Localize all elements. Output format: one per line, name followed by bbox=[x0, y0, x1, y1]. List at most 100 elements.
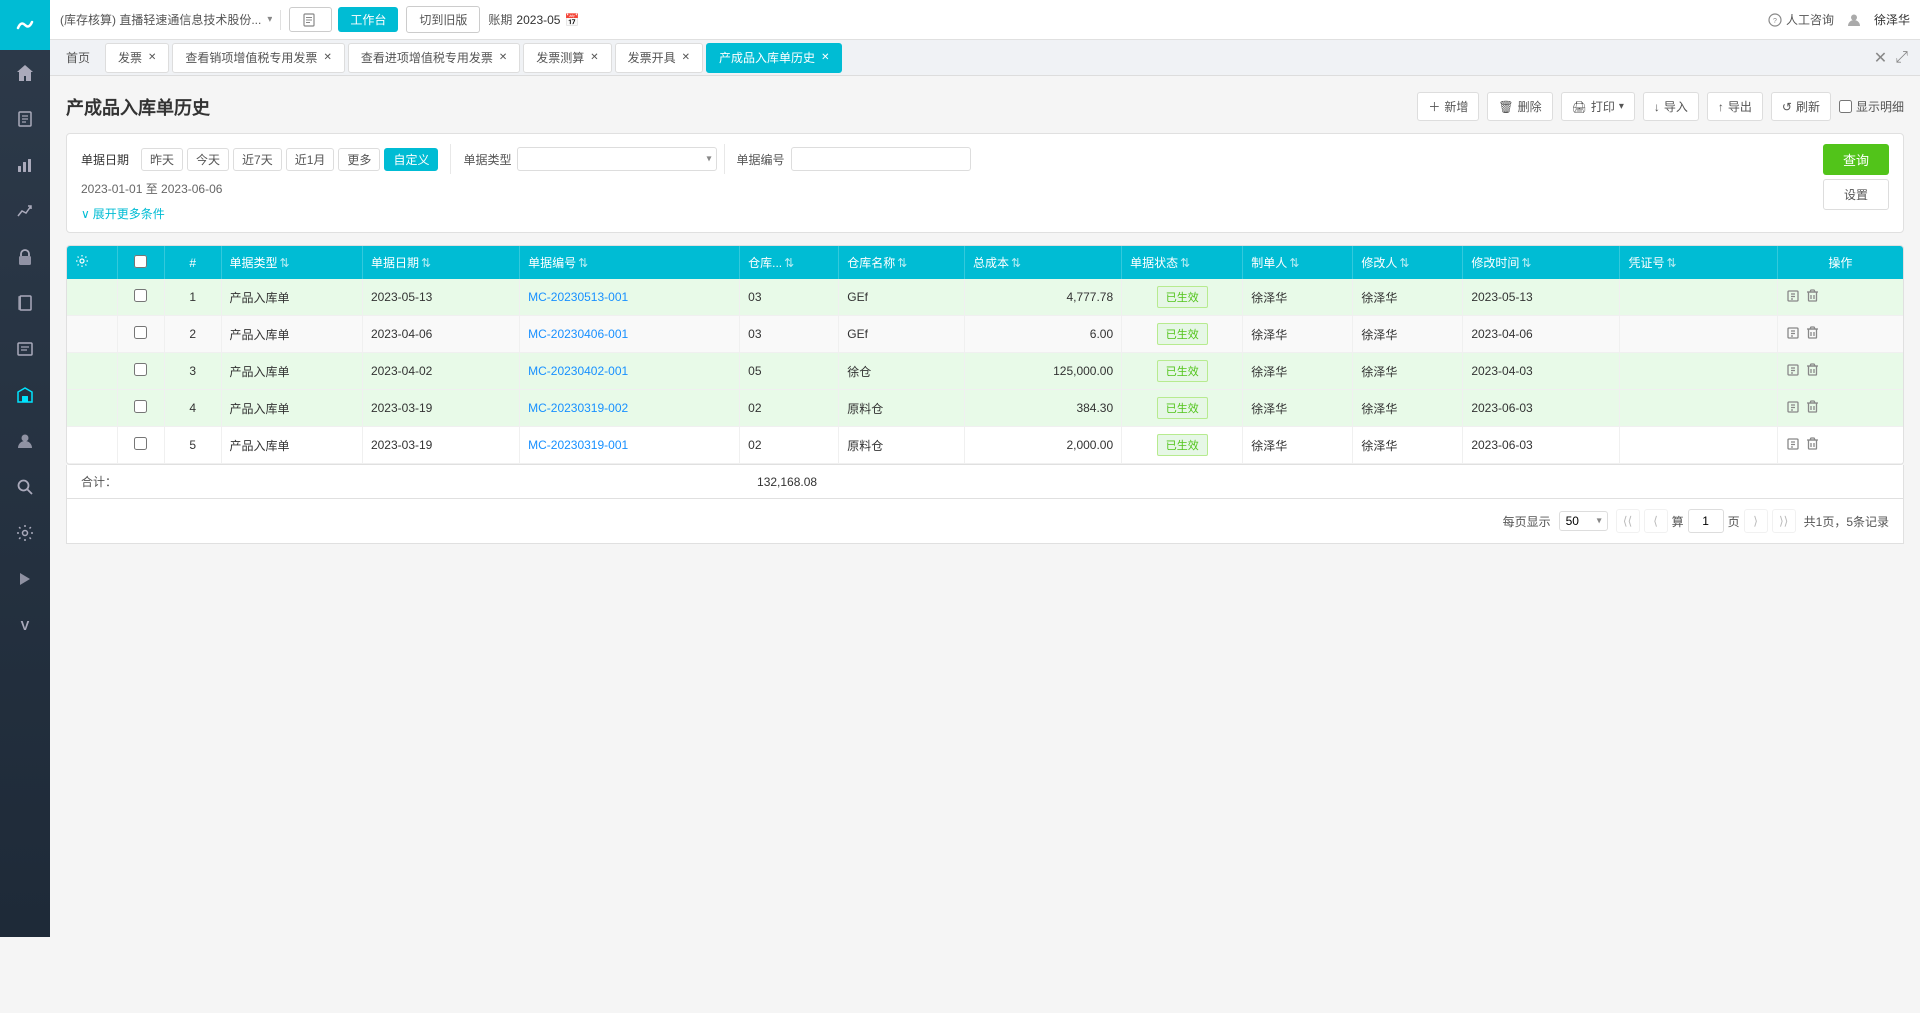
row-edit-icon[interactable] bbox=[1786, 400, 1800, 417]
sort-voucher-icon[interactable]: ⇅ bbox=[1667, 256, 1677, 270]
row-code[interactable]: MC-20230319-001 bbox=[520, 427, 740, 464]
expand-btn[interactable]: ∨ 展开更多条件 bbox=[81, 205, 1811, 222]
print-dropdown-icon[interactable]: ▾ bbox=[1619, 101, 1624, 112]
row-delete-icon[interactable] bbox=[1806, 400, 1819, 417]
sort-wh-icon[interactable]: ⇅ bbox=[784, 256, 794, 270]
sort-code-icon[interactable]: ⇅ bbox=[578, 256, 588, 270]
col-checkbox[interactable] bbox=[117, 246, 164, 279]
sidebar-item-home[interactable] bbox=[0, 50, 50, 96]
tab-home[interactable]: 首页 bbox=[54, 43, 102, 73]
print-button[interactable]: 🖨 打印 ▾ bbox=[1561, 92, 1635, 121]
tab-product-history-close[interactable]: ✕ bbox=[821, 52, 829, 63]
sort-modtime-icon[interactable]: ⇅ bbox=[1521, 256, 1531, 270]
show-columns-checkbox[interactable] bbox=[1839, 100, 1852, 113]
row-checkbox-cell[interactable] bbox=[117, 279, 164, 316]
sidebar-item-settings[interactable] bbox=[0, 510, 50, 556]
row-code[interactable]: MC-20230513-001 bbox=[520, 279, 740, 316]
sort-status-icon[interactable]: ⇅ bbox=[1180, 256, 1190, 270]
sort-type-icon[interactable]: ⇅ bbox=[280, 256, 290, 270]
user-avatar[interactable] bbox=[1846, 12, 1862, 28]
sidebar-item-analytics[interactable] bbox=[0, 188, 50, 234]
row-code-link[interactable]: MC-20230319-002 bbox=[528, 401, 628, 415]
row-edit-icon[interactable] bbox=[1786, 363, 1800, 380]
tabbar-fullscreen-icon[interactable]: ⤢ bbox=[1895, 49, 1908, 67]
assist-btn[interactable]: ? 人工咨询 bbox=[1768, 11, 1834, 28]
row-checkbox-cell[interactable] bbox=[117, 427, 164, 464]
sort-total-icon[interactable]: ⇅ bbox=[1011, 256, 1021, 270]
row-edit-icon[interactable] bbox=[1786, 437, 1800, 454]
row-delete-icon[interactable] bbox=[1806, 326, 1819, 343]
prev-page-btn[interactable]: ⟨ bbox=[1644, 509, 1668, 533]
sidebar-item-doc[interactable] bbox=[0, 96, 50, 142]
sort-modifier-icon[interactable]: ⇅ bbox=[1399, 256, 1409, 270]
doc-button[interactable] bbox=[289, 7, 332, 32]
row-checkbox[interactable] bbox=[134, 363, 147, 376]
col-mod-time[interactable]: 修改时间⇅ bbox=[1463, 246, 1620, 279]
row-checkbox-cell[interactable] bbox=[117, 316, 164, 353]
sort-whname-icon[interactable]: ⇅ bbox=[897, 256, 907, 270]
tab-invoice[interactable]: 发票 ✕ bbox=[105, 43, 169, 73]
last-page-btn[interactable]: ⟩⟩ bbox=[1772, 509, 1796, 533]
col-date[interactable]: 单据日期⇅ bbox=[362, 246, 519, 279]
row-code[interactable]: MC-20230319-002 bbox=[520, 390, 740, 427]
row-edit-icon[interactable] bbox=[1786, 326, 1800, 343]
row-code[interactable]: MC-20230406-001 bbox=[520, 316, 740, 353]
col-warehouse-code[interactable]: 仓库...⇅ bbox=[740, 246, 839, 279]
row-code-link[interactable]: MC-20230513-001 bbox=[528, 290, 628, 304]
tab-invoice-close[interactable]: ✕ bbox=[148, 52, 156, 63]
tab-invoice-calc-close[interactable]: ✕ bbox=[590, 52, 598, 63]
sidebar-item-book[interactable] bbox=[0, 280, 50, 326]
row-edit-icon[interactable] bbox=[1786, 289, 1800, 306]
quick-today[interactable]: 今天 bbox=[187, 148, 229, 171]
page-input[interactable] bbox=[1688, 509, 1724, 533]
col-type[interactable]: 单据类型⇅ bbox=[221, 246, 362, 279]
tab-product-history[interactable]: 产成品入库单历史 ✕ bbox=[706, 43, 842, 73]
col-settings[interactable] bbox=[67, 246, 117, 279]
tab-check-purchase[interactable]: 查看进项增值税专用发票 ✕ bbox=[348, 43, 520, 73]
row-checkbox[interactable] bbox=[134, 326, 147, 339]
row-delete-icon[interactable] bbox=[1806, 289, 1819, 306]
export-button[interactable]: ↑ 导出 bbox=[1707, 92, 1763, 121]
import-button[interactable]: ↓ 导入 bbox=[1643, 92, 1699, 121]
col-status[interactable]: 单据状态⇅ bbox=[1122, 246, 1243, 279]
row-checkbox-cell[interactable] bbox=[117, 390, 164, 427]
row-code-link[interactable]: MC-20230402-001 bbox=[528, 364, 628, 378]
row-checkbox[interactable] bbox=[134, 400, 147, 413]
tab-check-sales[interactable]: 查看销项增值税专用发票 ✕ bbox=[172, 43, 344, 73]
sort-creator-icon[interactable]: ⇅ bbox=[1289, 256, 1299, 270]
sort-date-icon[interactable]: ⇅ bbox=[421, 256, 431, 270]
set-button[interactable]: 设置 bbox=[1823, 179, 1889, 210]
col-voucher[interactable]: 凭证号⇅ bbox=[1620, 246, 1777, 279]
col-warehouse-name[interactable]: 仓库名称⇅ bbox=[839, 246, 965, 279]
row-delete-icon[interactable] bbox=[1806, 437, 1819, 454]
quick-7days[interactable]: 近7天 bbox=[233, 148, 282, 171]
company-dropdown-icon[interactable]: ▾ bbox=[267, 14, 272, 25]
sidebar-item-search[interactable] bbox=[0, 464, 50, 510]
col-code[interactable]: 单据编号⇅ bbox=[520, 246, 740, 279]
row-checkbox[interactable] bbox=[134, 289, 147, 302]
sidebar-item-chart[interactable] bbox=[0, 142, 50, 188]
type-select[interactable]: 产品入库单 bbox=[517, 147, 717, 171]
new-button[interactable]: ＋ 新增 bbox=[1417, 92, 1479, 121]
sidebar-item-lock[interactable] bbox=[0, 234, 50, 280]
delete-button[interactable]: 🗑 删除 bbox=[1487, 92, 1552, 121]
period-calendar-icon[interactable]: 📅 bbox=[564, 13, 579, 27]
next-page-btn[interactable]: ⟩ bbox=[1744, 509, 1768, 533]
query-button[interactable]: 查询 bbox=[1823, 144, 1889, 175]
quick-custom[interactable]: 自定义 bbox=[384, 148, 438, 171]
row-delete-icon[interactable] bbox=[1806, 363, 1819, 380]
first-page-btn[interactable]: ⟨⟨ bbox=[1616, 509, 1640, 533]
sidebar-item-video[interactable] bbox=[0, 556, 50, 602]
row-code-link[interactable]: MC-20230319-001 bbox=[528, 438, 628, 452]
switch-button[interactable]: 切到旧版 bbox=[406, 6, 480, 33]
tab-check-sales-close[interactable]: ✕ bbox=[323, 52, 331, 63]
per-page-select[interactable]: 20 50 100 bbox=[1559, 511, 1608, 531]
sidebar-item-stamp[interactable] bbox=[0, 326, 50, 372]
workspace-button[interactable]: 工作台 bbox=[338, 7, 398, 32]
col-total[interactable]: 总成本⇅ bbox=[965, 246, 1122, 279]
row-code-link[interactable]: MC-20230406-001 bbox=[528, 327, 628, 341]
tab-invoice-open-close[interactable]: ✕ bbox=[682, 52, 690, 63]
quick-more[interactable]: 更多 bbox=[338, 148, 380, 171]
row-checkbox[interactable] bbox=[134, 437, 147, 450]
refresh-button[interactable]: ↺ 刷新 bbox=[1771, 92, 1831, 121]
